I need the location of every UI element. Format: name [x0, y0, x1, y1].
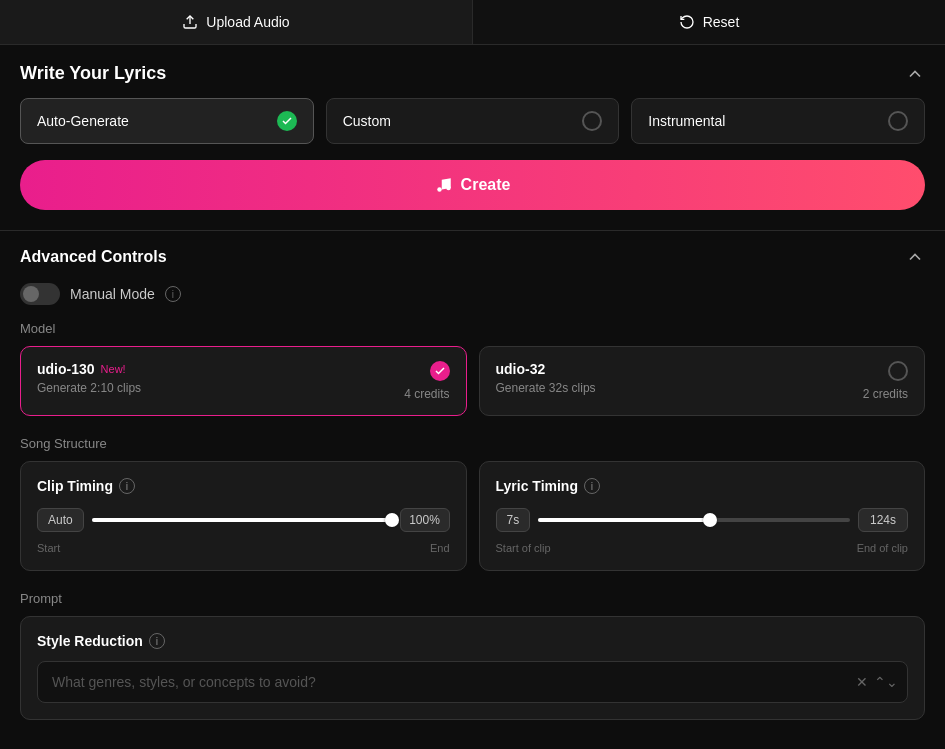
style-reduction-card: Style Reduction i ✕ ⌃⌄ [20, 616, 925, 720]
reset-button[interactable]: Reset [473, 0, 945, 44]
lyric-timing-value: 124s [858, 508, 908, 532]
model-card-right-udio-32: 2 credits [863, 361, 908, 401]
model-credits-udio-130: 4 credits [404, 387, 449, 401]
advanced-collapse-icon[interactable] [905, 247, 925, 267]
manual-mode-label: Manual Mode [70, 286, 155, 302]
advanced-controls-header: Advanced Controls [0, 231, 945, 283]
main-content: Write Your Lyrics Auto-Generate Custom I… [0, 45, 945, 720]
model-info-udio-130: udio-130 New! Generate 2:10 clips [37, 361, 141, 395]
model-check-icon [434, 365, 446, 377]
model-cards: udio-130 New! Generate 2:10 clips 4 cred… [0, 346, 945, 436]
reset-label: Reset [703, 14, 740, 30]
style-reduction-label: Style Reduction [37, 633, 143, 649]
model-credits-udio-32: 2 credits [863, 387, 908, 401]
reset-icon [679, 14, 695, 30]
clear-input-icon[interactable]: ✕ [856, 674, 868, 690]
model-desc-udio-130: Generate 2:10 clips [37, 381, 141, 395]
clip-timing-end-label: End [430, 542, 450, 554]
svg-point-2 [446, 186, 451, 191]
model-radio-udio-32 [888, 361, 908, 381]
advanced-controls-title: Advanced Controls [20, 248, 167, 266]
model-desc-udio-32: Generate 32s clips [496, 381, 596, 395]
music-note-icon [435, 176, 453, 194]
new-badge: New! [101, 363, 126, 375]
clip-timing-label: Clip Timing [37, 478, 113, 494]
upload-icon [182, 14, 198, 30]
check-icon [281, 115, 293, 127]
lyric-timing-end-label: End of clip [857, 542, 908, 554]
style-input-actions: ✕ ⌃⌄ [856, 674, 898, 690]
clip-timing-auto-tag: Auto [37, 508, 84, 532]
collapse-icon[interactable] [905, 64, 925, 84]
lyric-timing-title: Lyric Timing i [496, 478, 909, 494]
manual-mode-row: Manual Mode i [0, 283, 945, 321]
style-reduction-info-icon[interactable]: i [149, 633, 165, 649]
model-info-udio-32: udio-32 Generate 32s clips [496, 361, 596, 395]
style-reduction-title: Style Reduction i [37, 633, 908, 649]
lyric-timing-track[interactable] [538, 518, 850, 522]
clip-timing-start-label: Start [37, 542, 60, 554]
lyrics-tabs: Auto-Generate Custom Instrumental [0, 98, 945, 160]
model-card-right-udio-130: 4 credits [404, 361, 449, 401]
model-card-udio-130[interactable]: udio-130 New! Generate 2:10 clips 4 cred… [20, 346, 467, 416]
expand-input-icon[interactable]: ⌃⌄ [874, 674, 898, 690]
tab-auto-generate[interactable]: Auto-Generate [20, 98, 314, 144]
write-lyrics-header: Write Your Lyrics [0, 45, 945, 98]
tab-custom[interactable]: Custom [326, 98, 620, 144]
clip-timing-track[interactable] [92, 518, 392, 522]
clip-timing-value: 100% [400, 508, 450, 532]
lyric-timing-start-tag: 7s [496, 508, 531, 532]
advanced-controls-section: Advanced Controls Manual Mode i Model ud… [0, 231, 945, 720]
tab-instrumental-label: Instrumental [648, 113, 725, 129]
tab-auto-generate-check [277, 111, 297, 131]
tab-custom-label: Custom [343, 113, 391, 129]
manual-mode-info-icon[interactable]: i [165, 286, 181, 302]
lyric-timing-labels: Start of clip End of clip [496, 542, 909, 554]
tab-instrumental-radio [888, 111, 908, 131]
model-name-udio-32: udio-32 [496, 361, 596, 377]
lyric-timing-thumb[interactable] [703, 513, 717, 527]
clip-timing-card: Clip Timing i Auto 100% Start End [20, 461, 467, 571]
write-lyrics-title: Write Your Lyrics [20, 63, 166, 84]
top-bar: Upload Audio Reset [0, 0, 945, 45]
structure-cards: Clip Timing i Auto 100% Start End [0, 461, 945, 591]
clip-timing-info-icon[interactable]: i [119, 478, 135, 494]
prompt-section-label: Prompt [0, 591, 945, 616]
clip-timing-thumb[interactable] [385, 513, 399, 527]
model-name-udio-130: udio-130 New! [37, 361, 141, 377]
lyric-timing-info-icon[interactable]: i [584, 478, 600, 494]
tab-instrumental[interactable]: Instrumental [631, 98, 925, 144]
upload-audio-label: Upload Audio [206, 14, 289, 30]
model-active-check-udio-130 [430, 361, 450, 381]
style-reduction-input[interactable] [37, 661, 908, 703]
upload-audio-button[interactable]: Upload Audio [0, 0, 473, 44]
lyric-timing-fill [538, 518, 709, 522]
lyric-timing-start-label: Start of clip [496, 542, 551, 554]
clip-timing-labels: Start End [37, 542, 450, 554]
tab-auto-generate-label: Auto-Generate [37, 113, 129, 129]
clip-timing-title: Clip Timing i [37, 478, 450, 494]
song-structure-label: Song Structure [0, 436, 945, 461]
clip-timing-fill [92, 518, 392, 522]
model-card-udio-32[interactable]: udio-32 Generate 32s clips 2 credits [479, 346, 926, 416]
lyric-timing-slider-row: 7s 124s [496, 508, 909, 532]
create-button[interactable]: Create [20, 160, 925, 210]
manual-mode-toggle[interactable] [20, 283, 60, 305]
model-section-label: Model [0, 321, 945, 346]
clip-timing-slider-row: Auto 100% [37, 508, 450, 532]
lyric-timing-label: Lyric Timing [496, 478, 578, 494]
svg-point-1 [437, 187, 442, 192]
style-input-wrap: ✕ ⌃⌄ [37, 661, 908, 703]
tab-custom-radio [582, 111, 602, 131]
create-label: Create [461, 176, 511, 194]
lyric-timing-card: Lyric Timing i 7s 124s Start of clip End… [479, 461, 926, 571]
